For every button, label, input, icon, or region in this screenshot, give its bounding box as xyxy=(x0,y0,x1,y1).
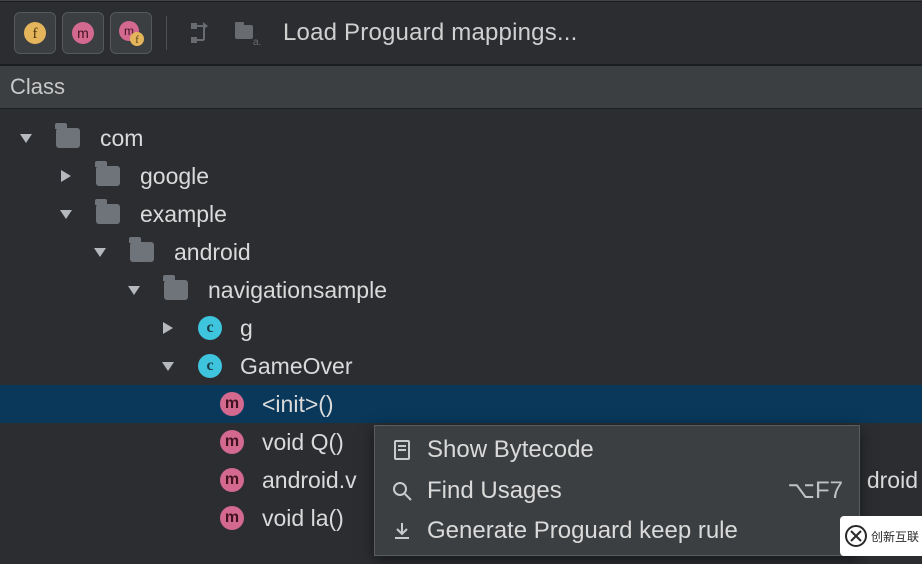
menu-label: Generate Proguard keep rule xyxy=(427,517,843,545)
svg-text:f: f xyxy=(33,26,38,42)
download-icon xyxy=(391,521,413,541)
tree-node-package[interactable]: android xyxy=(0,233,922,271)
toolbar-separator xyxy=(166,16,167,50)
watermark-logo: 创新互联 xyxy=(840,516,922,556)
method-icon: m xyxy=(220,468,244,492)
folder-icon xyxy=(56,128,80,148)
expand-toggle[interactable] xyxy=(126,282,142,298)
tree-label: android xyxy=(174,239,251,266)
method-field-icon: m f xyxy=(118,20,144,46)
column-header-class: Class xyxy=(0,66,922,109)
load-mappings-label[interactable]: Load Proguard mappings... xyxy=(283,19,578,47)
method-icon: m xyxy=(220,506,244,530)
class-icon: c xyxy=(198,354,222,378)
tree-label: com xyxy=(100,125,143,152)
menu-item-find-usages[interactable]: Find Usages ⌥F7 xyxy=(375,470,859,511)
tree-node-package[interactable]: navigationsample xyxy=(0,271,922,309)
expand-toggle[interactable] xyxy=(160,320,176,336)
menu-label: Show Bytecode xyxy=(427,436,843,464)
tree-label-tail: droid xyxy=(867,467,918,494)
tree-label: android.v xyxy=(262,467,357,494)
tree-node-class[interactable]: c GameOver xyxy=(0,347,922,385)
tree-label: navigationsample xyxy=(208,277,387,304)
menu-item-show-bytecode[interactable]: Show Bytecode xyxy=(375,430,859,470)
tree-label: google xyxy=(140,163,209,190)
mapping-file-button[interactable]: a.b xyxy=(227,13,267,53)
menu-shortcut: ⌥F7 xyxy=(787,476,843,505)
tree-label: void Q() xyxy=(262,429,344,456)
bytecode-icon xyxy=(391,440,413,460)
folder-icon xyxy=(130,242,154,262)
tree-node-package[interactable]: google xyxy=(0,157,922,195)
filter-methods-button[interactable]: m xyxy=(62,12,104,54)
tree-label: example xyxy=(140,201,227,228)
filter-fields-button[interactable]: f xyxy=(14,12,56,54)
method-icon: m xyxy=(220,430,244,454)
filter-methods-fields-button[interactable]: m f xyxy=(110,12,152,54)
expand-toggle[interactable] xyxy=(58,168,74,184)
class-icon: c xyxy=(198,316,222,340)
field-icon: f xyxy=(23,21,47,45)
tree-label: void la() xyxy=(262,505,344,532)
search-icon xyxy=(391,481,413,501)
tree-label: g xyxy=(240,315,253,342)
expand-toggle[interactable] xyxy=(58,206,74,222)
expand-toggle[interactable] xyxy=(18,130,34,146)
expand-toggle[interactable] xyxy=(92,244,108,260)
tree-node-package[interactable]: example xyxy=(0,195,922,233)
folder-icon xyxy=(96,204,120,224)
method-icon: m xyxy=(71,21,95,45)
folder-ab-icon: a.b xyxy=(233,19,261,47)
menu-item-generate-keep-rule[interactable]: Generate Proguard keep rule xyxy=(375,511,859,551)
menu-label: Find Usages xyxy=(427,477,773,505)
tree-node-method[interactable]: m <init>() xyxy=(0,385,922,423)
folder-icon xyxy=(96,166,120,186)
tree-node-package[interactable]: com xyxy=(0,119,922,157)
tree-node-class[interactable]: c g xyxy=(0,309,922,347)
tree-icon xyxy=(188,20,214,46)
mapping-tree-button[interactable] xyxy=(181,13,221,53)
svg-text:m: m xyxy=(77,25,89,41)
context-menu: Show Bytecode Find Usages ⌥F7 Generate P… xyxy=(374,425,860,556)
expand-toggle[interactable] xyxy=(160,358,176,374)
toolbar: f m m f a.b Load Proguard mappings.. xyxy=(0,2,922,66)
svg-text:创新互联: 创新互联 xyxy=(871,529,919,544)
tree-label: GameOver xyxy=(240,353,352,380)
svg-text:a.b: a.b xyxy=(253,37,261,47)
folder-icon xyxy=(164,280,188,300)
method-icon: m xyxy=(220,392,244,416)
tree-label: <init>() xyxy=(262,391,334,418)
